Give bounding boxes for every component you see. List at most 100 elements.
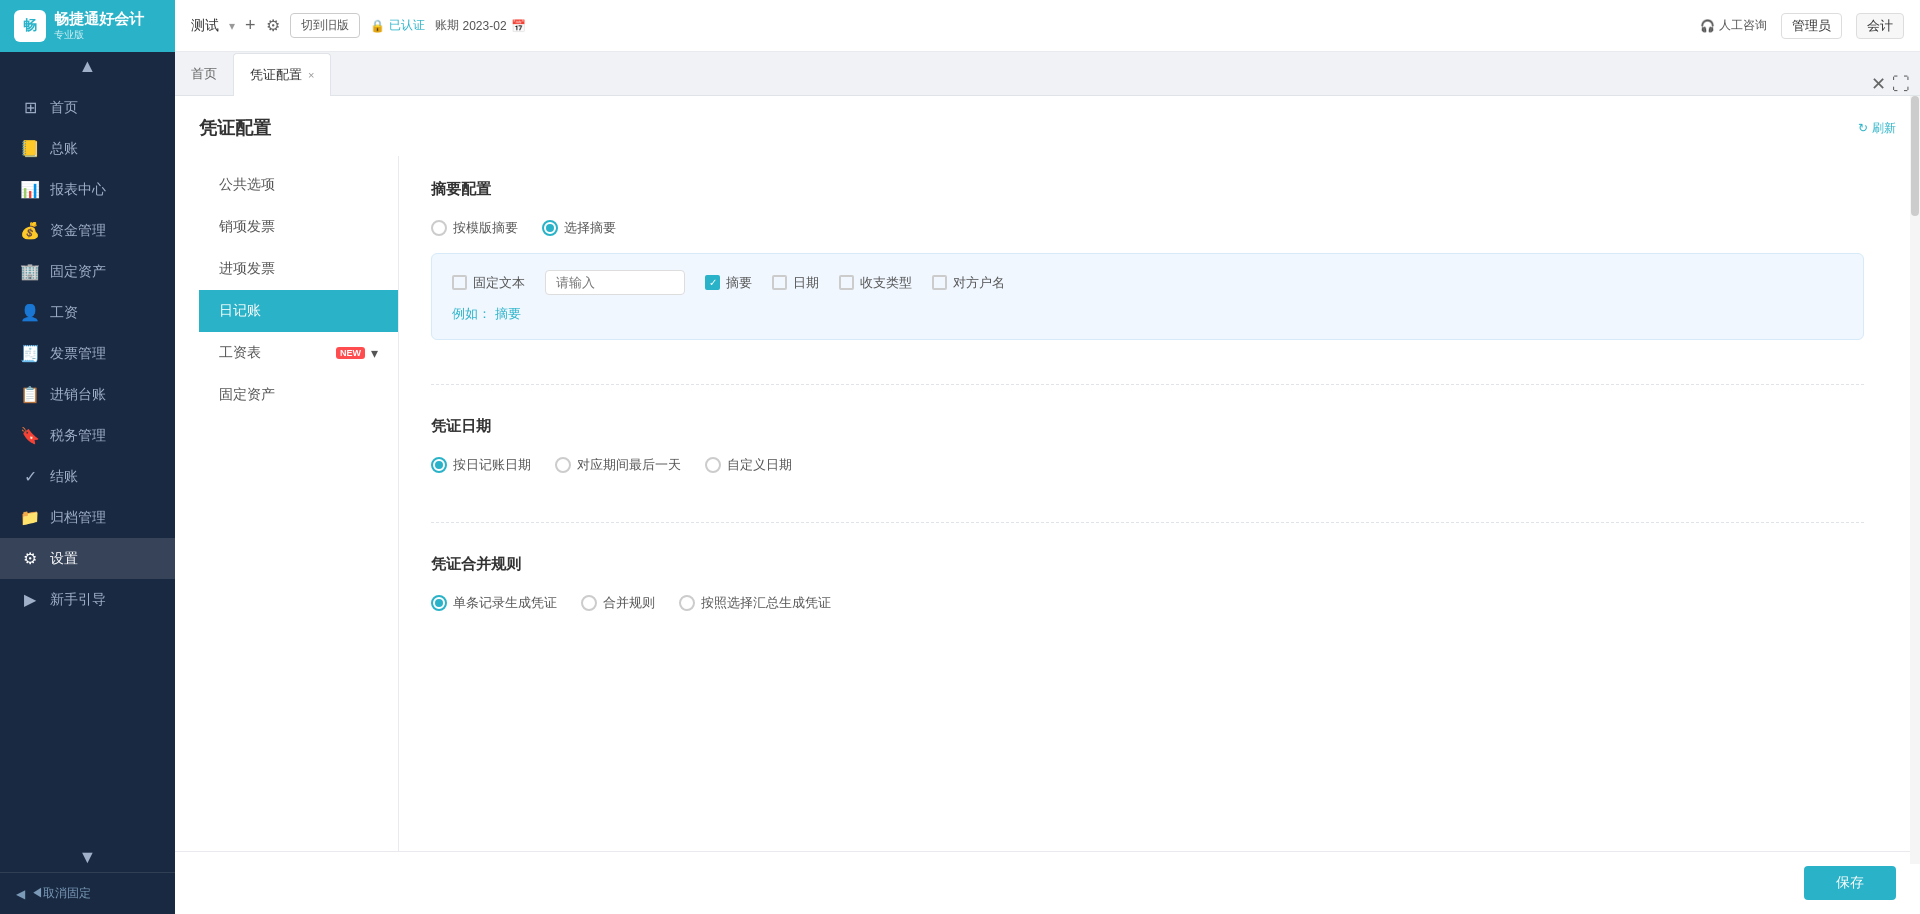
sidebar-item-label: 首页 bbox=[50, 99, 78, 117]
fixed-text-input[interactable] bbox=[545, 270, 685, 295]
summary-section: 摘要配置 按模版摘要 选择摘要 bbox=[431, 180, 1864, 385]
radio-single-record[interactable]: 单条记录生成凭证 bbox=[431, 594, 557, 612]
sidebar-item-label: 税务管理 bbox=[50, 427, 106, 445]
tab-voucher-config[interactable]: 凭证配置 × bbox=[233, 53, 331, 96]
sidebar-item-finance[interactable]: 💰 资金管理 bbox=[0, 210, 175, 251]
sidebar-item-reports[interactable]: 📊 报表中心 bbox=[0, 169, 175, 210]
summary-config-box: 固定文本 摘要 日期 bbox=[431, 253, 1864, 340]
radio-select-summary[interactable]: 选择摘要 bbox=[542, 219, 616, 237]
save-btn[interactable]: 保存 bbox=[1804, 866, 1896, 900]
left-nav: 公共选项 销项发票 进项发票 日记账 工资表 NEW ▾ bbox=[199, 156, 399, 894]
close-period-icon: ✓ bbox=[20, 467, 40, 486]
refresh-label: 刷新 bbox=[1872, 120, 1896, 137]
main-content: 凭证配置 ↻ 刷新 公共选项 销项发票 进项发票 日记账 bbox=[175, 96, 1920, 914]
summary-title: 摘要配置 bbox=[431, 180, 1864, 199]
period-value: 2023-02 bbox=[463, 19, 507, 33]
app-name: 畅捷通好会计 bbox=[54, 10, 144, 28]
invoice-icon: 🧾 bbox=[20, 344, 40, 363]
calendar-icon[interactable]: 📅 bbox=[511, 19, 526, 33]
consult-btn[interactable]: 🎧 人工咨询 bbox=[1700, 17, 1767, 34]
unpin-sidebar-btn[interactable]: ◀ ◀取消固定 bbox=[0, 872, 175, 914]
sidebar-item-guide[interactable]: ▶ 新手引导 bbox=[0, 579, 175, 620]
nav-item-journal[interactable]: 日记账 bbox=[199, 290, 398, 332]
logo-icon: 畅 bbox=[14, 10, 46, 42]
topbar: 测试 ▾ + ⚙ 切到旧版 🔒 已认证 账期 2023-02 📅 🎧 人工咨询 … bbox=[175, 0, 1920, 52]
sidebar-item-home[interactable]: ⊞ 首页 bbox=[0, 87, 175, 128]
sidebar-item-ledger[interactable]: 📒 总账 bbox=[0, 128, 175, 169]
sidebar-item-assets[interactable]: 🏢 固定资产 bbox=[0, 251, 175, 292]
nav-item-purchase-invoice[interactable]: 进项发票 bbox=[199, 248, 398, 290]
radio-merge-rule[interactable]: 合并规则 bbox=[581, 594, 655, 612]
sidebar-item-label: 工资 bbox=[50, 304, 78, 322]
checkbox-fixed-text[interactable]: 固定文本 bbox=[452, 274, 525, 292]
checkbox-box bbox=[839, 275, 854, 290]
scroll-down-btn[interactable]: ▼ bbox=[0, 843, 175, 872]
certified-text: 已认证 bbox=[389, 17, 425, 34]
sidebar-item-tax[interactable]: 🔖 税务管理 bbox=[0, 415, 175, 456]
checkbox-summary[interactable]: 摘要 bbox=[705, 274, 752, 292]
checkbox-date[interactable]: 日期 bbox=[772, 274, 819, 292]
sidebar-item-settings[interactable]: ⚙ 设置 bbox=[0, 538, 175, 579]
merge-section: 凭证合并规则 单条记录生成凭证 合并规则 按照选择汇总生成凭证 bbox=[431, 555, 1864, 660]
radio-circle bbox=[431, 220, 447, 236]
guide-icon: ▶ bbox=[20, 590, 40, 609]
sidebar-item-label: 进销台账 bbox=[50, 386, 106, 404]
old-version-btn[interactable]: 切到旧版 bbox=[290, 13, 360, 38]
radio-aggregate-selected[interactable]: 按照选择汇总生成凭证 bbox=[679, 594, 831, 612]
scrollbar-track bbox=[1910, 96, 1920, 864]
period-display: 账期 2023-02 📅 bbox=[435, 17, 526, 34]
radio-circle bbox=[679, 595, 695, 611]
close-window-btn[interactable]: ✕ bbox=[1871, 73, 1886, 95]
sidebar: 畅 畅捷通好会计 专业版 ▲ ⊞ 首页 📒 总账 📊 报表中心 💰 资金管理 🏢… bbox=[0, 0, 175, 914]
sidebar-item-label: 总账 bbox=[50, 140, 78, 158]
scrollbar-thumb[interactable] bbox=[1911, 96, 1919, 216]
radio-period-last-day[interactable]: 对应期间最后一天 bbox=[555, 456, 681, 474]
merge-radio-group: 单条记录生成凭证 合并规则 按照选择汇总生成凭证 bbox=[431, 594, 1864, 612]
assets-icon: 🏢 bbox=[20, 262, 40, 281]
sidebar-item-label: 资金管理 bbox=[50, 222, 106, 240]
certified-badge: 🔒 已认证 bbox=[370, 17, 425, 34]
example-text: 例如： 摘要 bbox=[452, 305, 1843, 323]
sidebar-item-label: 固定资产 bbox=[50, 263, 106, 281]
radio-template-summary[interactable]: 按模版摘要 bbox=[431, 219, 518, 237]
company-dropdown-icon[interactable]: ▾ bbox=[229, 19, 235, 33]
gear-btn[interactable]: ⚙ bbox=[266, 16, 280, 35]
radio-custom-date[interactable]: 自定义日期 bbox=[705, 456, 792, 474]
nav-item-public[interactable]: 公共选项 bbox=[199, 164, 398, 206]
page-title-text: 凭证配置 bbox=[199, 116, 271, 140]
tab-bar: 首页 凭证配置 × ✕ ⛶ bbox=[175, 52, 1920, 96]
refresh-btn[interactable]: ↻ 刷新 bbox=[1858, 120, 1896, 137]
save-area: 保存 bbox=[175, 851, 1920, 914]
radio-journal-date[interactable]: 按日记账日期 bbox=[431, 456, 531, 474]
sidebar-item-invoice[interactable]: 🧾 发票管理 bbox=[0, 333, 175, 374]
app-edition: 专业版 bbox=[54, 28, 144, 42]
tab-home[interactable]: 首页 bbox=[175, 52, 233, 95]
sidebar-item-label: 设置 bbox=[50, 550, 78, 568]
add-btn[interactable]: + bbox=[245, 15, 256, 36]
scroll-up-btn[interactable]: ▲ bbox=[0, 52, 175, 81]
checkbox-payment-type[interactable]: 收支类型 bbox=[839, 274, 912, 292]
nav-item-payroll[interactable]: 工资表 NEW ▾ bbox=[199, 332, 398, 374]
salary-icon: 👤 bbox=[20, 303, 40, 322]
date-section: 凭证日期 按日记账日期 对应期间最后一天 自定义日期 bbox=[431, 417, 1864, 523]
checkbox-counterparty[interactable]: 对方户名 bbox=[932, 274, 1005, 292]
sidebar-item-salesledger[interactable]: 📋 进销台账 bbox=[0, 374, 175, 415]
sidebar-nav: ⊞ 首页 📒 总账 📊 报表中心 💰 资金管理 🏢 固定资产 👤 工资 🧾 发票… bbox=[0, 81, 175, 843]
example-value: 摘要 bbox=[495, 306, 521, 321]
sidebar-item-close[interactable]: ✓ 结账 bbox=[0, 456, 175, 497]
sidebar-item-archive[interactable]: 📁 归档管理 bbox=[0, 497, 175, 538]
nav-item-fixed-assets[interactable]: 固定资产 bbox=[199, 374, 398, 416]
sidebar-item-label: 发票管理 bbox=[50, 345, 106, 363]
sidebar-item-salary[interactable]: 👤 工资 bbox=[0, 292, 175, 333]
shield-icon: 🔒 bbox=[370, 19, 385, 33]
right-content: 摘要配置 按模版摘要 选择摘要 bbox=[399, 156, 1896, 894]
checkbox-box-checked bbox=[705, 275, 720, 290]
maximize-btn[interactable]: ⛶ bbox=[1892, 74, 1910, 95]
summary-checkboxes-row: 固定文本 摘要 日期 bbox=[452, 270, 1843, 295]
nav-item-sales-invoice[interactable]: 销项发票 bbox=[199, 206, 398, 248]
reports-icon: 📊 bbox=[20, 180, 40, 199]
page-header: 凭证配置 ↻ 刷新 bbox=[199, 116, 1896, 140]
sidebar-item-label: 新手引导 bbox=[50, 591, 106, 609]
checkbox-box bbox=[772, 275, 787, 290]
tab-close-btn[interactable]: × bbox=[308, 69, 314, 81]
